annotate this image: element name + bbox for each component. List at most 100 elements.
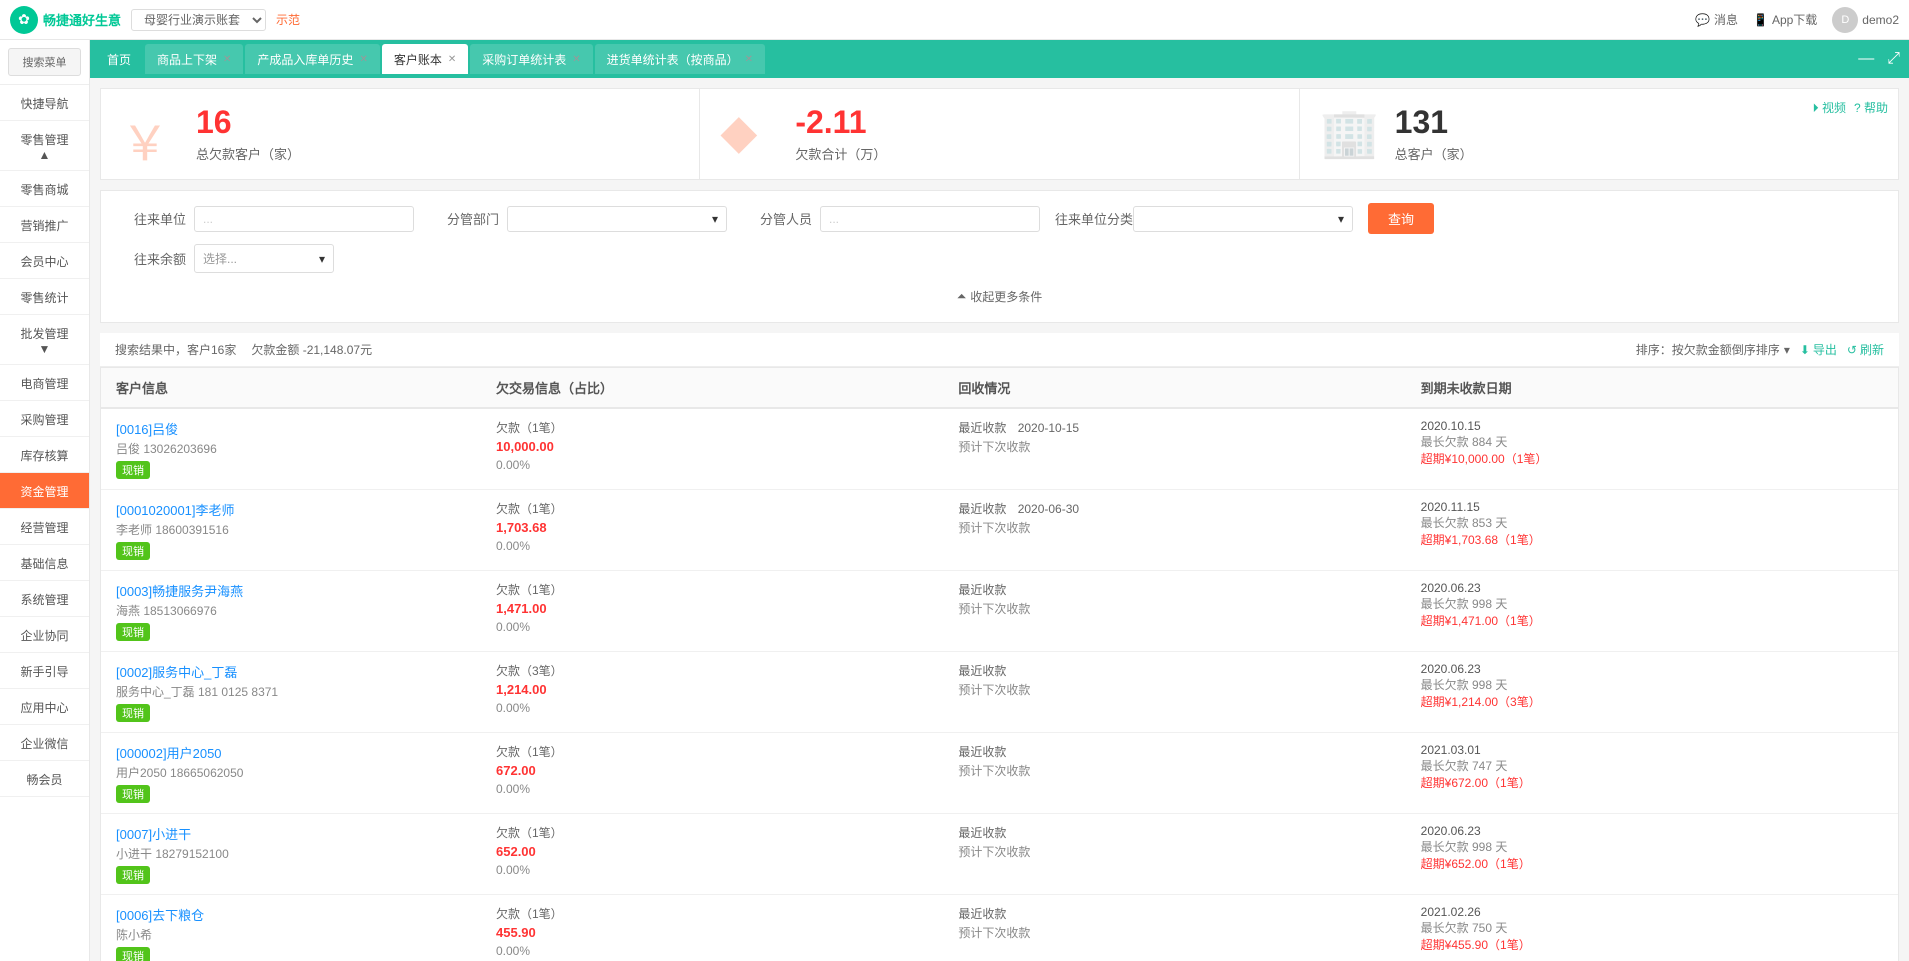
tab-bar-actions: — ⤢ [1854,48,1904,70]
tab-product-history-close-icon[interactable]: ✕ [359,54,367,65]
due-info-5: 2020.06.23 最长欠款 998 天 超期¥652.00（1笔） [1421,824,1883,872]
overdue-days-0: 最长欠款 884 天 [1421,433,1883,450]
app-download-btn[interactable]: 📱 App下载 [1753,11,1817,28]
sidebar-item-biz-mgmt[interactable]: 经营管理 [0,509,89,545]
sidebar-item-ecom-mgmt[interactable]: 电商管理 [0,365,89,401]
filter-row-2: 往来余额 选择... ▾ [116,244,1883,273]
sidebar-item-member[interactable]: 会员中心 [0,243,89,279]
user-menu[interactable]: D demo2 [1832,7,1899,33]
video-link[interactable]: ⏵ 视频 [1813,99,1846,116]
overdue-link-5[interactable]: 超期¥652.00（1笔） [1421,855,1883,872]
sidebar-item-stock-check[interactable]: 库存核算 [0,437,89,473]
last-collect-0: 最近收款 2020-10-15 [958,419,1420,436]
tab-customer-account-label: 客户账本 [394,51,442,68]
refresh-btn[interactable]: ↺ 刷新 [1847,341,1884,358]
sidebar-item-corp-wechat[interactable]: 企业微信 [0,725,89,761]
due-info-6: 2021.02.26 最长欠款 750 天 超期¥455.90（1笔） [1421,905,1883,953]
table-row: [0003]畅捷服务尹海燕 海燕 18513066976 现销 欠款（1笔） 1… [101,571,1898,652]
overdue-link-0[interactable]: 超期¥10,000.00（1笔） [1421,450,1883,467]
export-btn[interactable]: ⬇ 导出 [1800,341,1837,358]
debt-amount-6: 455.90 [496,925,958,940]
stat-info-total-customers: 131 总客户（家） [1395,105,1473,162]
sidebar-item-app-center[interactable]: 应用中心 [0,689,89,725]
sidebar-item-retail-store[interactable]: 零售商城 [0,171,89,207]
overdue-days-2: 最长欠款 998 天 [1421,595,1883,612]
tab-purchase-stats-close-icon[interactable]: ✕ [745,54,753,65]
overdue-link-2[interactable]: 超期¥1,471.00（1笔） [1421,612,1883,629]
customer-contact-6: 陈小希 [116,926,496,943]
results-summary: 搜索结果中，客户16家 欠款金额 -21,148.07元 [115,341,372,358]
dept-select[interactable]: ▾ [507,206,727,232]
overdue-link-3[interactable]: 超期¥1,214.00（3笔） [1421,693,1883,710]
customer-contact-5: 小进干 18279152100 [116,845,496,862]
tab-product-history[interactable]: 产成品入库单历史 ✕ [245,44,379,74]
sidebar-item-marketing[interactable]: 营销推广 [0,207,89,243]
sidebar-item-corp-collab[interactable]: 企业协同 [0,617,89,653]
query-button[interactable]: 查询 [1368,203,1434,234]
customer-id-1[interactable]: [0001020001]李老师 [116,500,496,519]
top-bar: ✿ 畅捷通好生意 母婴行业演示账套 示范 💬 消息 📱 App下载 D demo… [0,0,1909,40]
customer-info-0: [0016]吕俊 吕俊 13026203696 现销 [116,419,496,479]
sidebar-item-quick-nav[interactable]: 快捷导航 [0,85,89,121]
customer-id-2[interactable]: [0003]畅捷服务尹海燕 [116,581,496,600]
tab-goods-onoff[interactable]: 商品上下架 ✕ [145,44,243,74]
table-row: [0001020001]李老师 李老师 18600391516 现销 欠款（1笔… [101,490,1898,571]
tab-purchase-stats[interactable]: 进货单统计表（按商品） ✕ [595,44,765,74]
tab-customer-account-close-icon[interactable]: ✕ [448,54,456,65]
debt-amount-2: 1,471.00 [496,601,958,616]
message-btn[interactable]: 💬 消息 [1695,11,1738,28]
tab-goods-onoff-close-icon[interactable]: ✕ [223,54,231,65]
sidebar-item-purchase-mgmt[interactable]: 采购管理 [0,401,89,437]
tab-maximize-icon[interactable]: ⤢ [1883,48,1904,70]
tab-purchase-order[interactable]: 采购订单统计表 ✕ [470,44,592,74]
tab-bar: 首页 商品上下架 ✕ 产成品入库单历史 ✕ 客户账本 ✕ 采购订单统计表 ✕ [90,40,1909,78]
customer-id-0[interactable]: [0016]吕俊 [116,419,496,438]
diamond-icon: ◆ [720,104,780,164]
sidebar-item-sys-mgmt[interactable]: 系统管理 [0,581,89,617]
sidebar-item-batch-mgmt[interactable]: 批发管理 ▼ [0,315,89,365]
tab-purchase-order-label: 采购订单统计表 [482,51,566,68]
tab-minimize-icon[interactable]: — [1854,48,1878,70]
stat-number-debt-amount: -2.11 [795,105,886,140]
message-label: 消息 [1714,11,1738,28]
tab-home[interactable]: 首页 [95,44,143,74]
debt-count-5: 欠款（1笔） [496,824,958,841]
search-menu-btn[interactable]: 搜索菜单 [8,48,81,76]
stat-number-total-customers: 131 [1395,105,1473,140]
sidebar-item-capital-mgmt[interactable]: 资金管理 [0,473,89,509]
sidebar-item-retail-stats[interactable]: 零售统计 [0,279,89,315]
logo-icon: ✿ [10,6,38,34]
sidebar-item-retail-mgmt[interactable]: 零售管理 ▲ [0,121,89,171]
sidebar-item-member-vip[interactable]: 畅会员 [0,761,89,797]
unit-category-select[interactable]: ▾ [1133,206,1353,232]
phone-icon: 📱 [1753,13,1768,27]
customer-id-6[interactable]: [0006]去下粮仓 [116,905,496,924]
debt-amount-1: 1,703.68 [496,520,958,535]
last-collect-2: 最近收款 [958,581,1420,598]
customer-id-5[interactable]: [0007]小进干 [116,824,496,843]
debt-info-6: 欠款（1笔） 455.90 0.00% [496,905,958,958]
debt-info-3: 欠款（3笔） 1,214.00 0.00% [496,662,958,715]
sidebar-item-base-info[interactable]: 基础信息 [0,545,89,581]
tab-purchase-order-close-icon[interactable]: ✕ [572,54,580,65]
recover-info-6: 最近收款 预计下次收款 [958,905,1420,941]
sort-select[interactable]: 排序：按欠款金额倒序排序 ▾ [1636,341,1790,358]
debt-info-5: 欠款（1笔） 652.00 0.00% [496,824,958,877]
sidebar-item-newbie[interactable]: 新手引导 [0,653,89,689]
balance-select[interactable]: 选择... ▾ [194,244,334,273]
table-header: 客户信息 欠交易信息（占比） 回收情况 到期未收款日期 [101,368,1898,409]
results-actions: 排序：按欠款金额倒序排序 ▾ ⬇ 导出 ↺ 刷新 [1636,341,1884,358]
stat-card-actions: ⏵ 视频 ? 帮助 [1813,99,1888,116]
tab-customer-account[interactable]: 客户账本 ✕ [382,44,468,74]
overdue-link-1[interactable]: 超期¥1,703.68（1笔） [1421,531,1883,548]
debt-ratio-4: 0.00% [496,782,958,796]
collapse-label: 收起更多条件 [970,288,1042,305]
sidebar-demo-label[interactable]: 示范 [276,11,300,28]
overdue-link-6[interactable]: 超期¥455.90（1笔） [1421,936,1883,953]
filter-collapse-btn[interactable]: ⏶ 收起更多条件 [116,283,1883,310]
store-select[interactable]: 母婴行业演示账套 [131,9,266,31]
customer-id-3[interactable]: [0002]服务中心_丁磊 [116,662,496,681]
help-link[interactable]: ? 帮助 [1854,99,1888,116]
overdue-link-4[interactable]: 超期¥672.00（1笔） [1421,774,1883,791]
customer-id-4[interactable]: [000002]用户2050 [116,743,496,762]
